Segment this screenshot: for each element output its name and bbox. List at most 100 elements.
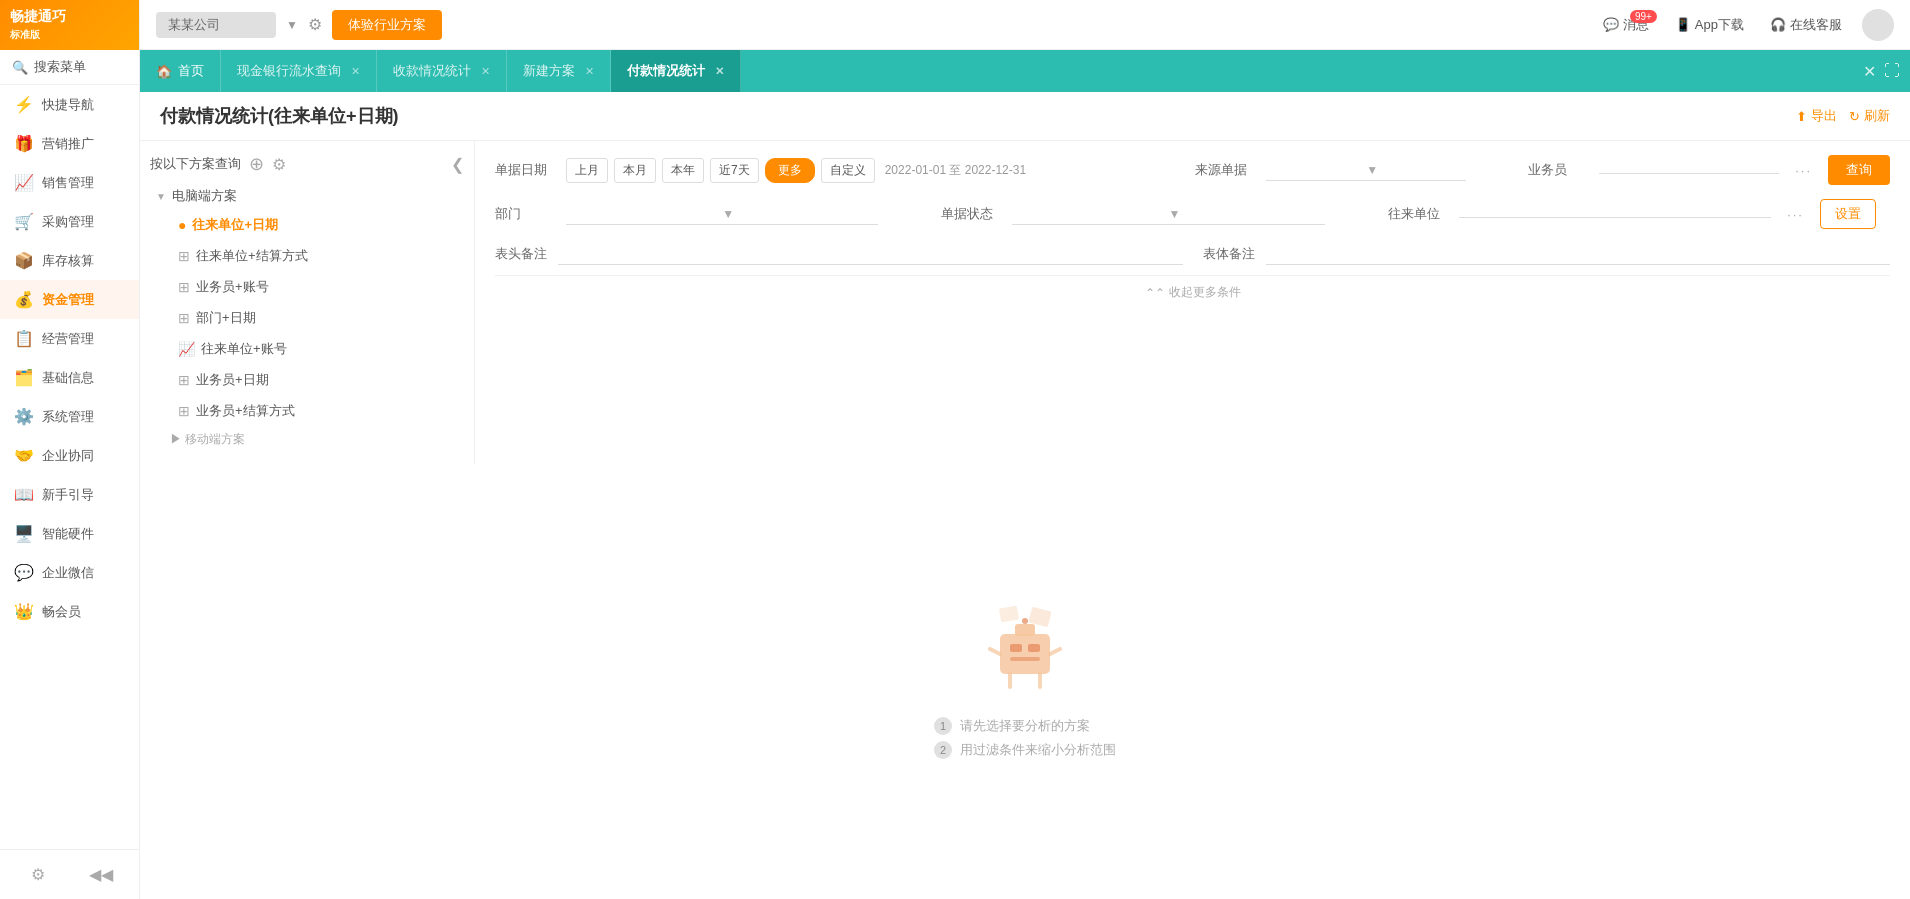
body-note-input[interactable] bbox=[1266, 243, 1891, 265]
salesman-label: 业务员 bbox=[1528, 161, 1583, 179]
user-avatar[interactable] bbox=[1862, 9, 1894, 41]
custom-date-btn[interactable]: 自定义 bbox=[821, 158, 875, 183]
filter-row-2: 部门 ▼ 单据状态 ▼ 往来单位 ·· bbox=[495, 199, 1890, 229]
sidebar-search-item[interactable]: 🔍 搜索菜单 bbox=[0, 50, 139, 85]
source-select[interactable]: ▼ bbox=[1266, 160, 1466, 181]
scheme-salesman-date[interactable]: ⊞ 业务员+日期 bbox=[154, 365, 460, 395]
collapse-more-btn[interactable]: ⌃⌃ 收起更多条件 bbox=[495, 275, 1890, 309]
tab-close-icon[interactable]: ✕ bbox=[481, 65, 490, 78]
empty-tip-1: 1 请先选择要分析的方案 bbox=[934, 717, 1116, 735]
sidebar-item-system[interactable]: ⚙️ 系统管理 bbox=[0, 397, 139, 436]
app-download-label: App下载 bbox=[1695, 16, 1744, 34]
sidebar-item-purchase[interactable]: 🛒 采购管理 bbox=[0, 202, 139, 241]
svg-rect-4 bbox=[1015, 624, 1035, 636]
main-area: 某某公司 ▼ ⚙ 体验行业方案 💬 消息 99+ 📱 App下载 🎧 在线客服 … bbox=[140, 0, 1910, 899]
sidebar: 畅捷通巧 标准版 🔍 搜索菜单 ⚡ 快捷导航 🎁 营销推广 📈 销售管理 🛒 采… bbox=[0, 0, 140, 899]
sidebar-item-wechat[interactable]: 💬 企业微信 bbox=[0, 553, 139, 592]
body-note-label: 表体备注 bbox=[1203, 245, 1258, 263]
page-content: 付款情况统计(往来单位+日期) ⬆ 导出 ↻ 刷新 按以下方案查询 ⊕ ⚙ bbox=[140, 92, 1910, 899]
collapse-filter-btn[interactable]: ❮ bbox=[451, 155, 464, 174]
trial-btn[interactable]: 体验行业方案 bbox=[332, 10, 442, 40]
tab-income-stats[interactable]: 收款情况统计 ✕ bbox=[377, 50, 507, 92]
sidebar-item-label: 采购管理 bbox=[42, 213, 94, 231]
dept-label: 部门 bbox=[495, 205, 550, 223]
topbar-gear-icon[interactable]: ⚙ bbox=[308, 15, 322, 34]
marketing-icon: 🎁 bbox=[14, 134, 34, 153]
guide-icon: 📖 bbox=[14, 485, 34, 504]
header-note-input[interactable] bbox=[558, 243, 1183, 265]
app-download-action[interactable]: 📱 App下载 bbox=[1675, 16, 1744, 34]
topbar-dropdown-arrow[interactable]: ▼ bbox=[286, 18, 298, 32]
scheme-label: 往来单位+日期 bbox=[192, 216, 278, 234]
sidebar-item-corp[interactable]: 🤝 企业协同 bbox=[0, 436, 139, 475]
desktop-scheme-group[interactable]: ▼ 电脑端方案 bbox=[150, 183, 464, 209]
counterpart-more-icon[interactable]: ··· bbox=[1787, 207, 1804, 222]
tab-close-icon[interactable]: ✕ bbox=[351, 65, 360, 78]
tab-payment-stats[interactable]: 付款情况统计 ✕ bbox=[611, 50, 741, 92]
sidebar-settings-btn[interactable]: ⚙ bbox=[10, 860, 66, 889]
counterpart-select[interactable] bbox=[1459, 211, 1771, 218]
scheme-counterpart-date[interactable]: ● 往来单位+日期 bbox=[154, 210, 460, 240]
filter-right: 单据日期 上月 本月 本年 近7天 更多 自定义 2022-01-01 至 20… bbox=[475, 141, 1910, 464]
last-7-days-btn[interactable]: 近7天 bbox=[710, 158, 759, 183]
settings-scheme-btn[interactable]: ⚙ bbox=[272, 155, 286, 174]
sidebar-item-quick-nav[interactable]: ⚡ 快捷导航 bbox=[0, 85, 139, 124]
tab-close-icon[interactable]: ✕ bbox=[585, 65, 594, 78]
tab-close-icon[interactable]: ✕ bbox=[715, 65, 724, 78]
scheme-counterpart-account[interactable]: 📈 往来单位+账号 bbox=[154, 334, 460, 364]
sidebar-item-hardware[interactable]: 🖥️ 智能硬件 bbox=[0, 514, 139, 553]
sidebar-item-marketing[interactable]: 🎁 营销推广 bbox=[0, 124, 139, 163]
tab-cash-flow[interactable]: 现金银行流水查询 ✕ bbox=[221, 50, 377, 92]
empty-tips: 1 请先选择要分析的方案 2 用过滤条件来缩小分析范围 bbox=[934, 711, 1116, 765]
doc-status-label: 单据状态 bbox=[941, 205, 996, 223]
sidebar-item-label: 新手引导 bbox=[42, 486, 94, 504]
member-icon: 👑 bbox=[14, 602, 34, 621]
svg-point-5 bbox=[1022, 618, 1028, 624]
settings-btn[interactable]: 设置 bbox=[1820, 199, 1876, 229]
app-download-icon: 📱 bbox=[1675, 17, 1691, 32]
add-scheme-btn[interactable]: ⊕ bbox=[249, 153, 264, 175]
sidebar-item-member[interactable]: 👑 畅会员 bbox=[0, 592, 139, 631]
scheme-dept-date[interactable]: ⊞ 部门+日期 bbox=[154, 303, 460, 333]
mobile-scheme-group[interactable]: ▶ 移动端方案 bbox=[150, 427, 464, 452]
more-date-btn[interactable]: 更多 bbox=[765, 158, 815, 183]
sidebar-item-operations[interactable]: 📋 经营管理 bbox=[0, 319, 139, 358]
topbar-user[interactable]: 某某公司 bbox=[156, 12, 276, 38]
tabs-actions: ✕ ⛶ bbox=[1853, 50, 1910, 92]
source-label: 来源单据 bbox=[1195, 161, 1250, 179]
export-btn[interactable]: ⬆ 导出 bbox=[1796, 107, 1837, 125]
salesman-more-icon[interactable]: ··· bbox=[1795, 163, 1812, 178]
scheme-icon: ⊞ bbox=[178, 372, 190, 388]
export-icon: ⬆ bbox=[1796, 109, 1807, 124]
this-month-btn[interactable]: 本月 bbox=[614, 158, 656, 183]
salesman-select[interactable] bbox=[1599, 167, 1779, 174]
notification-action[interactable]: 💬 消息 99+ bbox=[1603, 16, 1649, 34]
query-btn[interactable]: 查询 bbox=[1828, 155, 1890, 185]
sidebar-item-finance[interactable]: 💰 资金管理 bbox=[0, 280, 139, 319]
online-service-action[interactable]: 🎧 在线客服 bbox=[1770, 16, 1842, 34]
dept-select[interactable]: ▼ bbox=[566, 204, 878, 225]
sidebar-item-inventory[interactable]: 📦 库存核算 bbox=[0, 241, 139, 280]
scheme-label: 业务员+结算方式 bbox=[196, 402, 295, 420]
tab-home[interactable]: 🏠 首页 bbox=[140, 50, 221, 92]
scheme-label: 往来单位+账号 bbox=[201, 340, 287, 358]
svg-rect-1 bbox=[1010, 644, 1022, 652]
refresh-btn[interactable]: ↻ 刷新 bbox=[1849, 107, 1890, 125]
last-month-btn[interactable]: 上月 bbox=[566, 158, 608, 183]
sidebar-item-label: 系统管理 bbox=[42, 408, 94, 426]
empty-state: 1 请先选择要分析的方案 2 用过滤条件来缩小分析范围 bbox=[140, 464, 1910, 899]
scheme-salesman-payment[interactable]: ⊞ 业务员+结算方式 bbox=[154, 396, 460, 426]
this-year-btn[interactable]: 本年 bbox=[662, 158, 704, 183]
tab-new-scheme[interactable]: 新建方案 ✕ bbox=[507, 50, 611, 92]
maximize-icon[interactable]: ⛶ bbox=[1884, 62, 1900, 80]
body-note-item: 表体备注 bbox=[1203, 243, 1891, 265]
doc-status-select[interactable]: ▼ bbox=[1012, 204, 1324, 225]
sidebar-item-sales[interactable]: 📈 销售管理 bbox=[0, 163, 139, 202]
sidebar-item-basic[interactable]: 🗂️ 基础信息 bbox=[0, 358, 139, 397]
sidebar-collapse-btn[interactable]: ◀◀ bbox=[74, 860, 130, 889]
sidebar-item-label: 基础信息 bbox=[42, 369, 94, 387]
close-tab-icon[interactable]: ✕ bbox=[1863, 62, 1876, 81]
scheme-salesman-account[interactable]: ⊞ 业务员+账号 bbox=[154, 272, 460, 302]
sidebar-item-guide[interactable]: 📖 新手引导 bbox=[0, 475, 139, 514]
scheme-counterpart-payment[interactable]: ⊞ 往来单位+结算方式 bbox=[154, 241, 460, 271]
